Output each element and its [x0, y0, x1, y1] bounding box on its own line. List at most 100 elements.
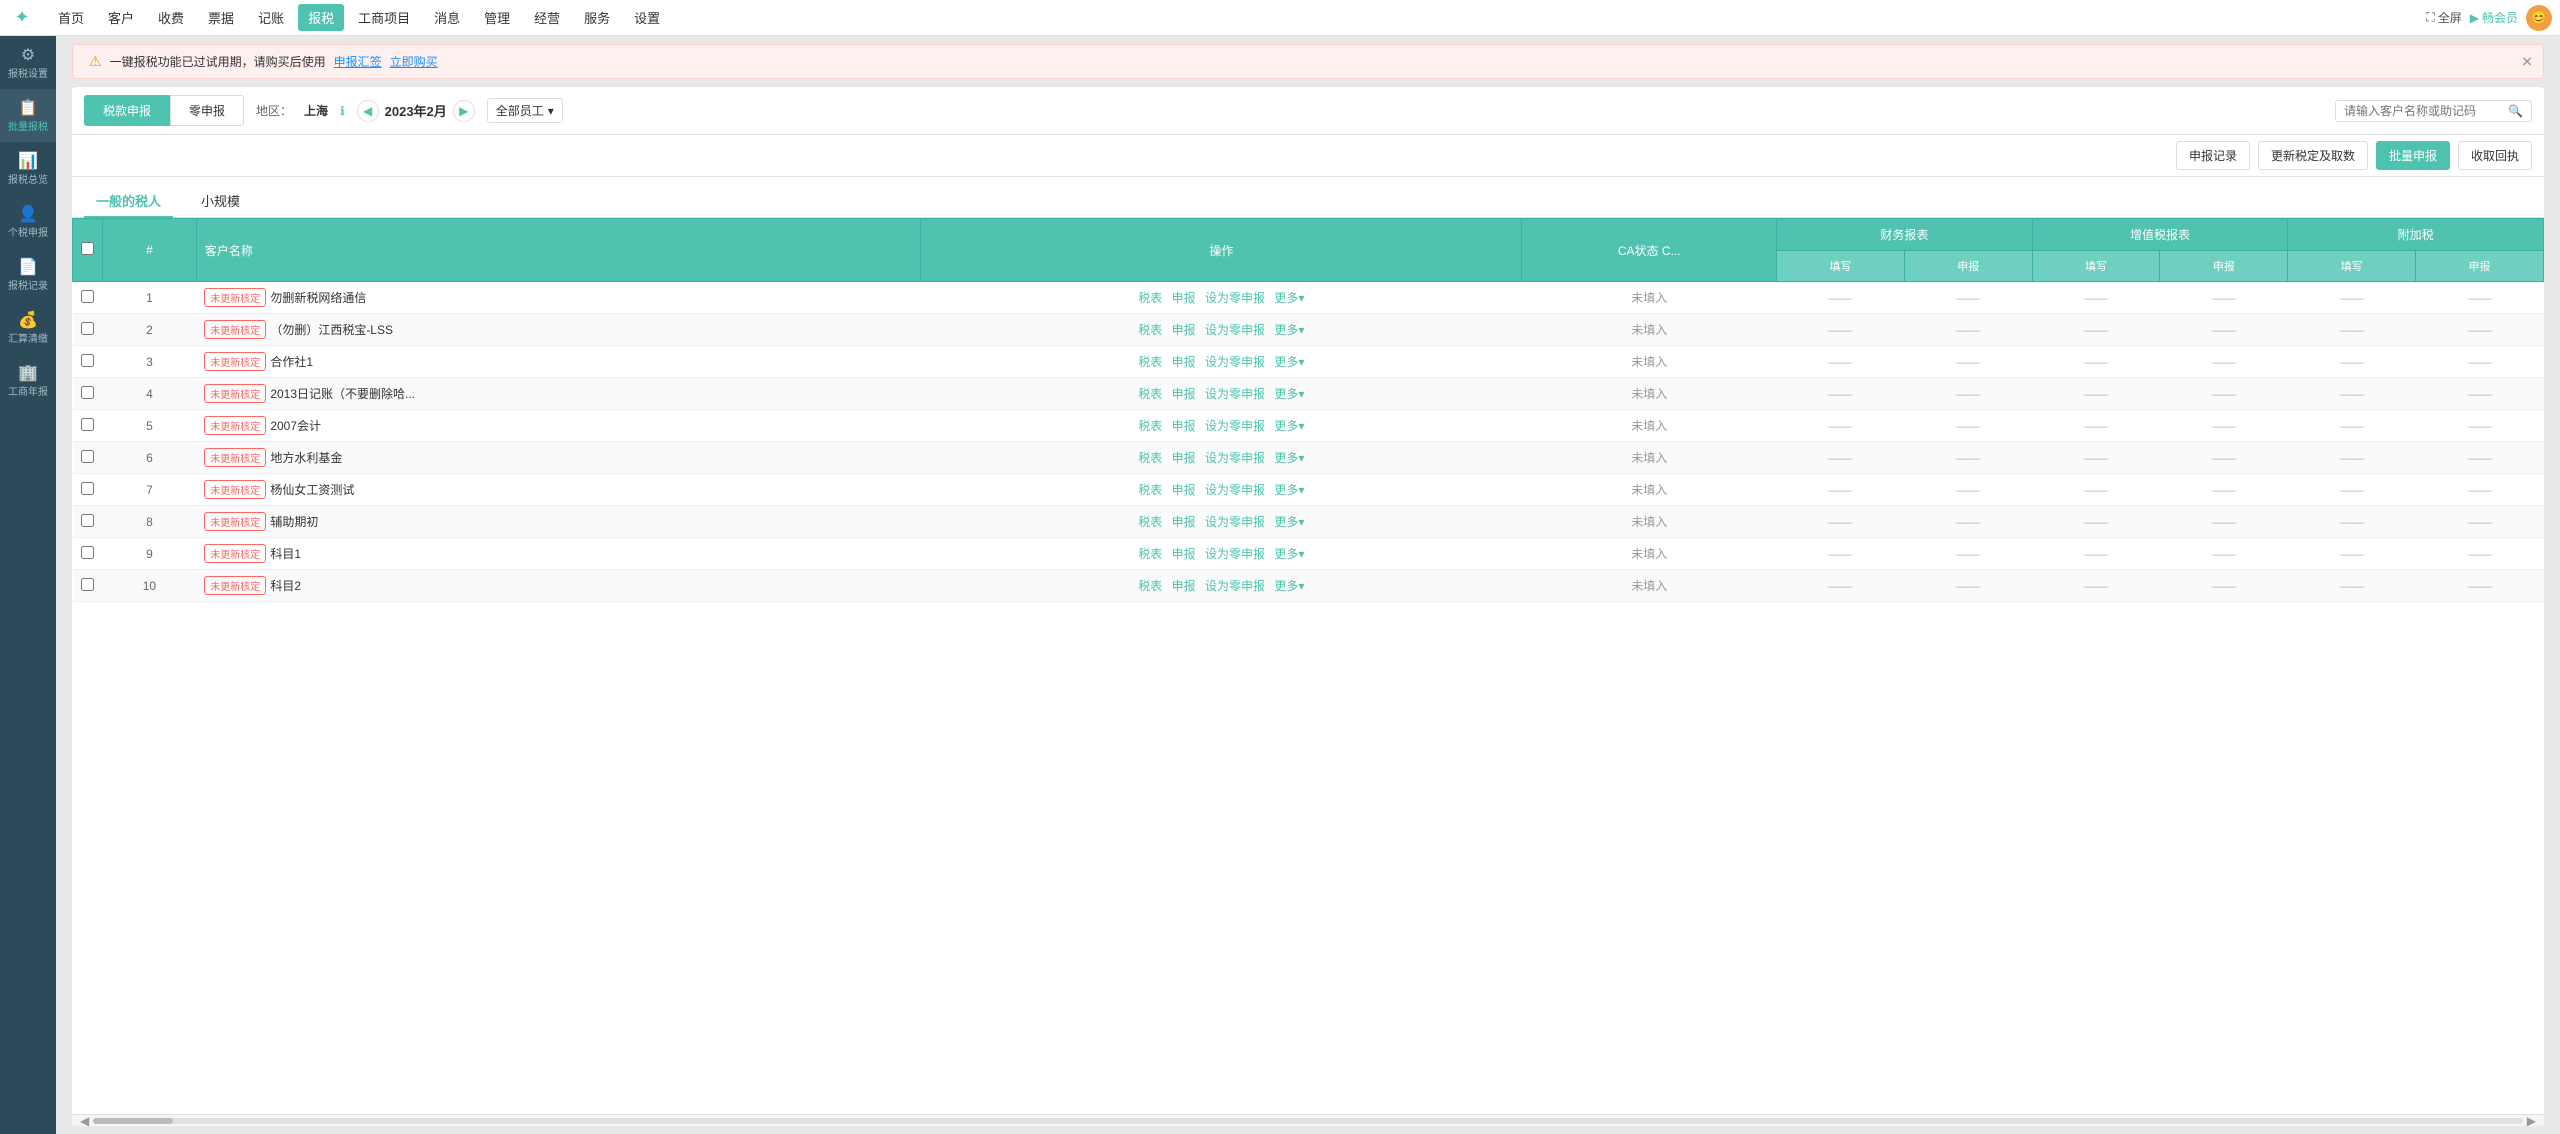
row-checkbox-8[interactable]	[81, 546, 94, 559]
op-more-link[interactable]: 更多▾	[1274, 547, 1304, 561]
tab-general-taxpayer[interactable]: 一般的税人	[84, 185, 173, 218]
main-content: ⚠ 一键报税功能已过试用期，请购买后使用 申报汇签 立即购买 ✕ 税款申报 零申…	[56, 36, 2560, 1134]
next-month-button[interactable]: ▶	[453, 100, 475, 122]
nav-tax[interactable]: 报税	[298, 4, 344, 31]
fullscreen-button[interactable]: ⛶ 全屏	[2426, 9, 2461, 26]
row-finance-fill: ——	[1777, 538, 1905, 570]
banner-close-button[interactable]: ✕	[2521, 53, 2533, 70]
nav-home[interactable]: 首页	[48, 4, 94, 31]
declaration-records-button[interactable]: 申报记录	[2176, 141, 2250, 170]
select-all-checkbox[interactable]	[81, 242, 94, 255]
sidebar-item-individual-tax[interactable]: 👤 个税申报	[0, 195, 56, 248]
user-avatar[interactable]: 😊	[2526, 5, 2552, 31]
upgrade-button[interactable]: ▶ 畅会员	[2470, 9, 2518, 26]
op-declare-link[interactable]: 申报	[1172, 291, 1196, 305]
op-more-link[interactable]: 更多▾	[1274, 515, 1304, 529]
row-checkbox-0[interactable]	[81, 290, 94, 303]
row-tax-fill: ——	[2032, 410, 2160, 442]
row-checkbox-4[interactable]	[81, 418, 94, 431]
row-checkbox-2[interactable]	[81, 354, 94, 367]
op-tax-table-link[interactable]: 税表	[1138, 515, 1162, 529]
tab-zero-declaration[interactable]: 零申报	[170, 95, 244, 126]
banner-link-declaration[interactable]: 申报汇签	[334, 53, 382, 70]
op-zero-declare-link[interactable]: 设为零申报	[1205, 355, 1265, 369]
op-more-link[interactable]: 更多▾	[1274, 355, 1304, 369]
nav-accounting[interactable]: 记账	[248, 4, 294, 31]
op-zero-declare-link[interactable]: 设为零申报	[1205, 579, 1265, 593]
op-more-link[interactable]: 更多▾	[1274, 323, 1304, 337]
op-declare-link[interactable]: 申报	[1172, 547, 1196, 561]
op-tax-table-link[interactable]: 税表	[1138, 355, 1162, 369]
horizontal-scrollbar[interactable]: ◀ ▶	[72, 1114, 2544, 1126]
nav-customers[interactable]: 客户	[98, 4, 144, 31]
op-zero-declare-link[interactable]: 设为零申报	[1205, 323, 1265, 337]
sidebar-item-tax-settings[interactable]: ⚙ 报税设置	[0, 36, 56, 89]
op-more-link[interactable]: 更多▾	[1274, 579, 1304, 593]
op-declare-link[interactable]: 申报	[1172, 387, 1196, 401]
row-checkbox-5[interactable]	[81, 450, 94, 463]
batch-declaration-button[interactable]: 批量申报	[2376, 141, 2450, 170]
nav-services[interactable]: 服务	[574, 4, 620, 31]
op-zero-declare-link[interactable]: 设为零申报	[1205, 451, 1265, 465]
op-more-link[interactable]: 更多▾	[1274, 451, 1304, 465]
sidebar-item-tax-records[interactable]: 📄 报税记录	[0, 248, 56, 301]
op-tax-table-link[interactable]: 税表	[1138, 323, 1162, 337]
row-checkbox-cell	[73, 410, 103, 442]
nav-manage[interactable]: 管理	[474, 4, 520, 31]
nav-business[interactable]: 工商项目	[348, 4, 420, 31]
op-more-link[interactable]: 更多▾	[1274, 419, 1304, 433]
op-tax-table-link[interactable]: 税表	[1138, 419, 1162, 433]
search-icon[interactable]: 🔍	[2508, 104, 2523, 118]
op-tax-table-link[interactable]: 税表	[1138, 547, 1162, 561]
op-tax-table-link[interactable]: 税表	[1138, 579, 1162, 593]
sidebar-item-annual-clearance[interactable]: 💰 汇算清缴	[0, 301, 56, 354]
op-tax-table-link[interactable]: 税表	[1138, 483, 1162, 497]
op-declare-link[interactable]: 申报	[1172, 451, 1196, 465]
nav-messages[interactable]: 消息	[424, 4, 470, 31]
region-info-icon[interactable]: ℹ	[340, 104, 345, 118]
op-zero-declare-link[interactable]: 设为零申报	[1205, 419, 1265, 433]
row-checkbox-6[interactable]	[81, 482, 94, 495]
op-zero-declare-link[interactable]: 设为零申报	[1205, 483, 1265, 497]
nav-billing[interactable]: 收费	[148, 4, 194, 31]
op-zero-declare-link[interactable]: 设为零申报	[1205, 387, 1265, 401]
tab-tax-declaration[interactable]: 税款申报	[84, 95, 170, 126]
scroll-right-arrow-icon[interactable]: ▶	[2527, 1114, 2536, 1127]
banner-link-purchase[interactable]: 立即购买	[390, 53, 438, 70]
nav-settings[interactable]: 设置	[624, 4, 670, 31]
op-tax-table-link[interactable]: 税表	[1138, 387, 1162, 401]
prev-month-button[interactable]: ◀	[357, 100, 379, 122]
op-zero-declare-link[interactable]: 设为零申报	[1205, 291, 1265, 305]
employee-filter[interactable]: 全部员工 ▾	[487, 98, 563, 123]
op-declare-link[interactable]: 申报	[1172, 419, 1196, 433]
row-checkbox-3[interactable]	[81, 386, 94, 399]
row-checkbox-7[interactable]	[81, 514, 94, 527]
sidebar-item-business-annual[interactable]: 🏢 工商年报	[0, 354, 56, 407]
op-declare-link[interactable]: 申报	[1172, 515, 1196, 529]
op-more-link[interactable]: 更多▾	[1274, 483, 1304, 497]
op-more-link[interactable]: 更多▾	[1274, 387, 1304, 401]
update-tax-button[interactable]: 更新税定及取数	[2258, 141, 2368, 170]
op-declare-link[interactable]: 申报	[1172, 483, 1196, 497]
nav-operations[interactable]: 经营	[524, 4, 570, 31]
op-declare-link[interactable]: 申报	[1172, 579, 1196, 593]
op-declare-link[interactable]: 申报	[1172, 355, 1196, 369]
row-ca-status: 未填入	[1522, 570, 1777, 602]
tab-small-scale[interactable]: 小规模	[189, 185, 252, 218]
row-vat-fill: ——	[2288, 346, 2416, 378]
op-tax-table-link[interactable]: 税表	[1138, 291, 1162, 305]
scroll-left-arrow-icon[interactable]: ◀	[80, 1114, 89, 1127]
th-finance-apply: 申报	[1904, 251, 2032, 282]
op-zero-declare-link[interactable]: 设为零申报	[1205, 515, 1265, 529]
op-zero-declare-link[interactable]: 设为零申报	[1205, 547, 1265, 561]
nav-invoice[interactable]: 票据	[198, 4, 244, 31]
op-tax-table-link[interactable]: 税表	[1138, 451, 1162, 465]
collect-receipt-button[interactable]: 收取回执	[2458, 141, 2532, 170]
row-checkbox-1[interactable]	[81, 322, 94, 335]
op-more-link[interactable]: 更多▾	[1274, 291, 1304, 305]
op-declare-link[interactable]: 申报	[1172, 323, 1196, 337]
sidebar-item-tax-overview[interactable]: 📊 报税总览	[0, 142, 56, 195]
sidebar-item-batch-tax[interactable]: 📋 批量报税	[0, 89, 56, 142]
row-checkbox-9[interactable]	[81, 578, 94, 591]
search-input[interactable]	[2344, 104, 2504, 118]
